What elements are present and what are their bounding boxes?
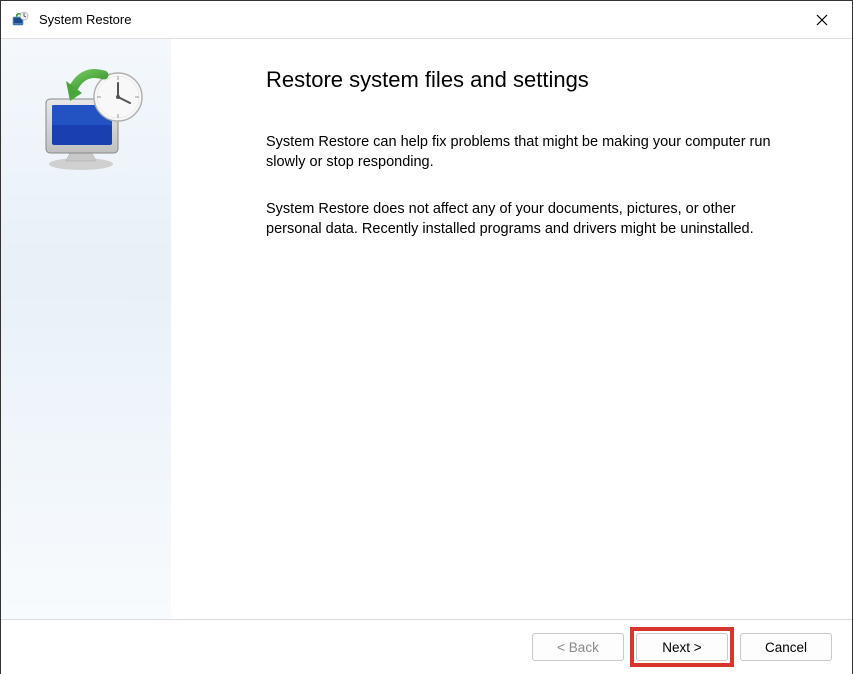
wizard-sidebar	[1, 39, 171, 619]
titlebar: System Restore	[1, 1, 852, 39]
close-button[interactable]	[800, 5, 844, 35]
wizard-main-content: Restore system files and settings System…	[171, 39, 852, 619]
back-button: < Back	[532, 633, 624, 661]
close-icon	[816, 14, 828, 26]
content-area: Restore system files and settings System…	[1, 39, 852, 619]
system-restore-icon	[11, 11, 29, 29]
description-paragraph-1: System Restore can help fix problems tha…	[266, 133, 786, 172]
next-button-highlight: Next >	[636, 633, 728, 661]
system-restore-hero-icon	[26, 69, 146, 179]
next-button[interactable]: Next >	[636, 633, 728, 661]
window-title: System Restore	[39, 12, 800, 27]
page-heading: Restore system files and settings	[266, 67, 792, 93]
wizard-footer: < Back Next > Cancel	[1, 619, 852, 674]
description-paragraph-2: System Restore does not affect any of yo…	[266, 200, 786, 239]
cancel-button[interactable]: Cancel	[740, 633, 832, 661]
